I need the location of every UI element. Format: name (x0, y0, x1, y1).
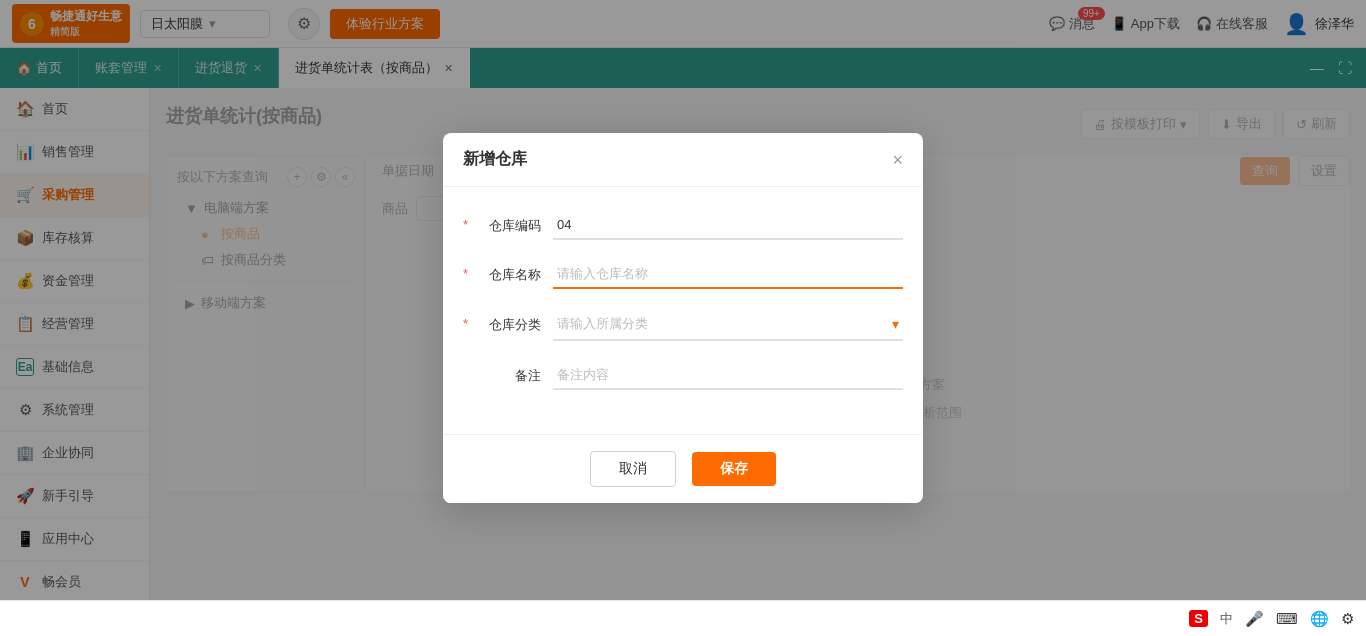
dialog-footer: 取消 保存 (443, 434, 923, 503)
lang-icon[interactable]: 🌐 (1310, 610, 1329, 628)
category-placeholder: 请输入所属分类 (557, 315, 648, 333)
s-logo: S (1189, 610, 1208, 627)
cn-label: 中 (1220, 610, 1233, 628)
code-input[interactable] (553, 211, 903, 240)
bottom-settings-icon[interactable]: ⚙ (1341, 610, 1354, 628)
form-row-code: 仓库编码 (463, 211, 903, 240)
name-label: 仓库名称 (463, 266, 553, 284)
dialog-title: 新增仓库 (463, 149, 527, 170)
dialog-header: 新增仓库 × (443, 133, 923, 187)
form-row-note: 备注 (463, 361, 903, 390)
form-row-name: 仓库名称 (463, 260, 903, 289)
dialog-close-button[interactable]: × (892, 151, 903, 169)
code-label: 仓库编码 (463, 217, 553, 235)
form-row-category: 仓库分类 请输入所属分类 ▾ (463, 309, 903, 341)
category-label: 仓库分类 (463, 316, 553, 334)
category-dropdown-icon: ▾ (892, 316, 899, 332)
mic-icon[interactable]: 🎤 (1245, 610, 1264, 628)
cancel-button[interactable]: 取消 (590, 451, 676, 487)
dialog-new-warehouse: 新增仓库 × 仓库编码 仓库名称 仓库分类 请输入所属分类 ▾ (443, 133, 923, 503)
modal-overlay: 新增仓库 × 仓库编码 仓库名称 仓库分类 请输入所属分类 ▾ (0, 0, 1366, 636)
note-label: 备注 (463, 367, 553, 385)
dialog-body: 仓库编码 仓库名称 仓库分类 请输入所属分类 ▾ 备注 (443, 187, 923, 434)
bottom-bar: S 中 🎤 ⌨ 🌐 ⚙ (0, 600, 1366, 636)
category-select[interactable]: 请输入所属分类 ▾ (553, 309, 903, 341)
name-input[interactable] (553, 260, 903, 289)
save-button[interactable]: 保存 (692, 452, 776, 486)
keyboard-icon[interactable]: ⌨ (1276, 610, 1298, 628)
note-input[interactable] (553, 361, 903, 390)
